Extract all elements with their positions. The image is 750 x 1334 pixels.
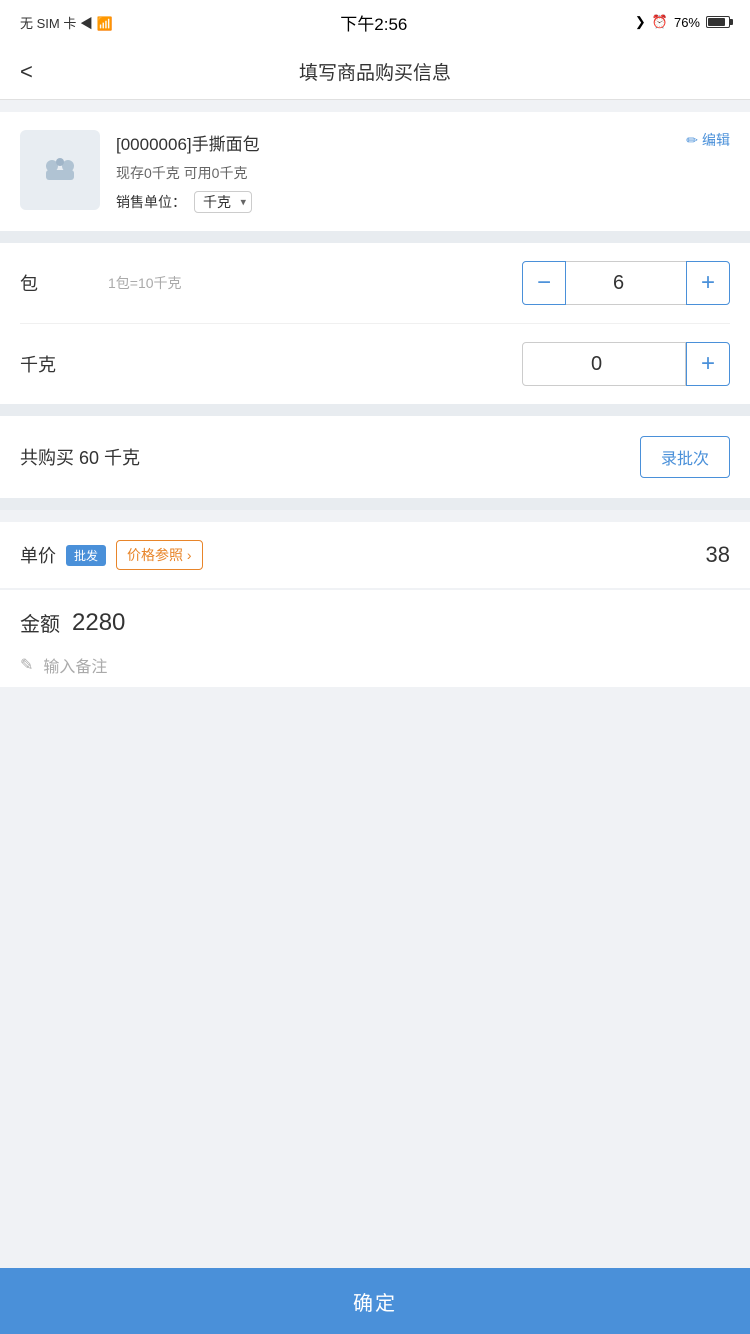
price-row: 单价 批发 价格参照 › 38	[20, 540, 730, 570]
kg-quantity-input[interactable]	[522, 342, 686, 386]
bao-label: 包	[20, 270, 100, 296]
battery-percent: 76%	[674, 15, 700, 30]
product-unit-row: 销售单位： 千克	[116, 191, 730, 213]
page-title: 填写商品购买信息	[299, 58, 451, 85]
unit-select-wrapper[interactable]: 千克	[194, 191, 252, 213]
summary-section: 共购买 60 千克 录批次	[0, 416, 750, 498]
remark-placeholder: 输入备注	[43, 653, 107, 677]
location-icon: ❯	[635, 14, 646, 30]
total-purchase-text: 共购买 60 千克	[20, 444, 140, 470]
confirm-label: 确定	[353, 1287, 397, 1316]
product-name: [0000006]手撕面包	[116, 130, 730, 155]
amount-row: 金额 2280	[20, 608, 730, 637]
kg-plus-button[interactable]: +	[686, 342, 730, 386]
record-batch-button[interactable]: 录批次	[640, 436, 730, 478]
unit-label: 销售单位：	[116, 192, 186, 212]
bao-plus-button[interactable]: +	[686, 261, 730, 305]
status-bar-time: 下午2:56	[340, 10, 407, 35]
status-bar-indicators: ❯ ⏰ 76%	[635, 14, 730, 30]
amount-section: 金额 2280 ✎ 输入备注	[0, 590, 750, 687]
edit-button[interactable]: ✏ 编辑	[686, 130, 730, 150]
price-ref-label: 价格参照 ›	[127, 545, 192, 565]
kg-label: 千克	[20, 351, 100, 377]
price-section: 单价 批发 价格参照 › 38	[0, 522, 750, 588]
product-thumbnail	[20, 130, 100, 210]
price-reference-button[interactable]: 价格参照 ›	[116, 540, 203, 570]
bao-hint: 1包=10千克	[108, 273, 522, 293]
amount-label: 金额	[20, 608, 60, 637]
kg-input-row: 千克 +	[20, 324, 730, 404]
section-separator-1	[0, 231, 750, 243]
battery-icon	[706, 16, 730, 28]
edit-label: 编辑	[702, 130, 730, 150]
bao-input-section: 包 1包=10千克 − + 千克 +	[0, 243, 750, 404]
product-card: [0000006]手撕面包 现存0千克 可用0千克 销售单位： 千克 ✏ 编辑	[0, 112, 750, 231]
section-separator-3	[0, 498, 750, 510]
amount-value: 2280	[72, 609, 125, 637]
bao-quantity-input[interactable]	[566, 261, 686, 305]
price-value: 38	[706, 542, 730, 568]
bao-minus-button[interactable]: −	[522, 261, 566, 305]
section-separator-2	[0, 404, 750, 416]
bottom-area	[0, 687, 750, 1027]
product-stock: 现存0千克 可用0千克	[116, 163, 730, 183]
status-bar: 无 SIM 卡 ◀ 📶 下午2:56 ❯ ⏰ 76%	[0, 0, 750, 44]
product-info: [0000006]手撕面包 现存0千克 可用0千克 销售单位： 千克	[116, 130, 730, 213]
bao-input-row: 包 1包=10千克 − +	[20, 243, 730, 324]
alarm-icon: ⏰	[652, 14, 668, 30]
product-logo-icon	[38, 148, 82, 192]
status-bar-carrier: 无 SIM 卡 ◀ 📶	[20, 13, 113, 32]
pencil-icon: ✎	[20, 655, 33, 675]
unit-select[interactable]: 千克	[194, 191, 252, 213]
summary-row: 共购买 60 千克 录批次	[20, 416, 730, 498]
back-button[interactable]: <	[20, 59, 33, 85]
price-label: 单价	[20, 542, 56, 568]
confirm-bar[interactable]: 确定	[0, 1268, 750, 1334]
nav-bar: < 填写商品购买信息	[0, 44, 750, 100]
batch-tag: 批发	[66, 545, 106, 566]
edit-icon: ✏	[686, 132, 698, 149]
kg-input-controls: +	[522, 342, 730, 386]
remark-row[interactable]: ✎ 输入备注	[20, 653, 730, 677]
bao-input-controls: − +	[522, 261, 730, 305]
